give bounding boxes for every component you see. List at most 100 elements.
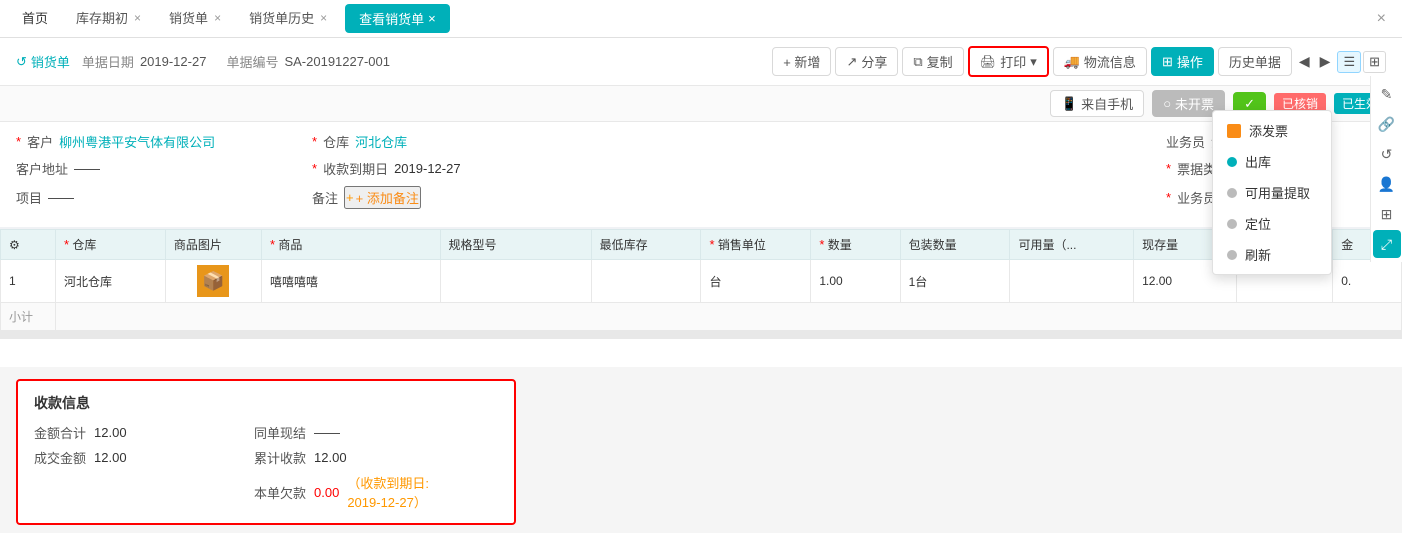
available-qty-item[interactable]: 可用量提取 [1213, 177, 1331, 208]
row-spec [440, 260, 591, 303]
available-icon [1227, 188, 1237, 198]
view-toggle: ☰ ⊞ [1337, 51, 1386, 73]
col-min-stock: 最低库存 [591, 230, 701, 260]
row-pack-qty: 1台 [900, 260, 1010, 303]
refresh-sidebar-icon[interactable]: ↺ [1373, 140, 1401, 168]
logistics-button[interactable]: 🚚 物流信息 [1053, 47, 1147, 76]
payment-box: 收款信息 金额合计 12.00 同单现结 —— 成交金额 12.00 累计收款 … [16, 379, 516, 525]
share-button[interactable]: ↗ 分享 [835, 47, 898, 76]
grid-view-button[interactable]: ⊞ [1363, 51, 1386, 73]
tab-sales-history[interactable]: 销货单历史 × [235, 0, 341, 38]
main-wrapper: ↺ 销货单 单据日期 2019-12-27 单据编号 SA-20191227-0… [0, 38, 1402, 533]
tab-bar: 首页 库存期初 × 销货单 × 销货单历史 × 查看销货单 × × [0, 0, 1402, 38]
row-quantity: 1.00 [811, 260, 900, 303]
doc-meta: 单据日期 2019-12-27 单据编号 SA-20191227-001 [82, 52, 760, 71]
table-row: 1 河北仓库 📦 嘻嘻嘻嘻 台 1.00 1台 12.00 0. [1, 260, 1402, 303]
outbound-icon [1227, 157, 1237, 167]
note-field: 备注 + + 添加备注 [312, 186, 532, 209]
history-button[interactable]: 历史单据 [1218, 47, 1292, 76]
print-button[interactable]: 🖨 打印 ▾ [968, 46, 1049, 77]
doc-icon: ↺ [16, 54, 27, 70]
col-quantity: * 数量 [811, 230, 900, 260]
col-spec: 规格型号 [440, 230, 591, 260]
doc-number: 单据编号 SA-20191227-001 [226, 52, 390, 71]
add-note-button[interactable]: + + 添加备注 [344, 186, 421, 209]
tab-home[interactable]: 首页 [8, 0, 62, 38]
product-table-container: ⚙ * 仓库 商品图片 * 商品 规格型号 最低库存 * 销售单位 * 数量 包… [0, 229, 1402, 367]
cumulative-payment: 累计收款 12.00 [254, 448, 454, 467]
row-warehouse: 河北仓库 [55, 260, 165, 303]
outbound-item[interactable]: 出库 [1213, 146, 1331, 177]
row-min-stock [591, 260, 701, 303]
from-phone-button[interactable]: 📱 来自手机 [1050, 90, 1144, 117]
payment-grid: 金额合计 12.00 同单现结 —— 成交金额 12.00 累计收款 12.00… [34, 423, 498, 511]
next-arrow[interactable]: ▶ [1317, 53, 1334, 70]
table-sidebar-icon[interactable]: ⊞ [1373, 200, 1401, 228]
expand-sidebar-icon[interactable]: ⤢ [1373, 230, 1401, 258]
add-invoice-item[interactable]: 添发票 [1213, 115, 1331, 146]
total-amount: 金额合计 12.00 [34, 423, 234, 442]
link-sidebar-icon[interactable]: 🔗 [1373, 110, 1401, 138]
subtotal-label: 小计 [1, 303, 56, 331]
col-pack-qty: 包装数量 [900, 230, 1010, 260]
same-bill: 同单现结 —— [254, 423, 454, 442]
form-area: * 客户 柳州粤港平安气体有限公司 * 仓库 河北仓库 业务员 演示账号 客户地… [0, 122, 1402, 227]
copy-icon: ⧉ [913, 54, 922, 70]
product-image: 📦 [197, 265, 229, 297]
refresh-item[interactable]: 刷新 [1213, 239, 1331, 270]
invoice-icon [1227, 124, 1241, 138]
print-icon: 🖨 [980, 54, 997, 70]
close-sales-tab[interactable]: × [214, 11, 221, 25]
col-image: 商品图片 [165, 230, 261, 260]
due-date-field: * 收款到期日 2019-12-27 [312, 159, 532, 178]
subtotal-row: 小计 [1, 303, 1402, 331]
col-settings[interactable]: ⚙ [1, 230, 56, 260]
locate-item[interactable]: 定位 [1213, 208, 1331, 239]
owed-amount: 本单欠款 0.00 （收款到期日: 2019-12-27） [254, 473, 454, 511]
row-amount: 0. [1333, 260, 1402, 303]
col-sales-unit: * 销售单位 [701, 230, 811, 260]
row-product: 嘻嘻嘻嘻 [261, 260, 440, 303]
operations-button[interactable]: ⊞ 操作 [1151, 47, 1214, 76]
toolbar-right: + 新增 ↗ 分享 ⧉ 复制 🖨 打印 ▾ 🚚 物流信息 ⊞ 操作 [772, 46, 1386, 77]
deal-amount: 成交金额 12.00 [34, 448, 234, 467]
col-available: 可用量（... [1010, 230, 1134, 260]
row-image: 📦 [165, 260, 261, 303]
toolbar2: 📱 来自手机 ○ 未开票 ✓ 已核销 已生效 [0, 86, 1402, 122]
close-inventory-tab[interactable]: × [134, 11, 141, 25]
row-available [1010, 260, 1134, 303]
tab-inventory[interactable]: 库存期初 × [62, 0, 155, 38]
form-row-1: * 客户 柳州粤港平安气体有限公司 * 仓库 河北仓库 业务员 演示账号 [16, 132, 1386, 151]
col-product: * 商品 [261, 230, 440, 260]
tab-sales[interactable]: 销货单 × [155, 0, 235, 38]
refresh-dot-icon [1227, 250, 1237, 260]
phone-icon: 📱 [1061, 96, 1077, 112]
user-sidebar-icon[interactable]: 👤 [1373, 170, 1401, 198]
warehouse-field: * 仓库 河北仓库 [312, 132, 532, 151]
close-sales-history-tab[interactable]: × [320, 11, 327, 25]
row-sales-unit: 台 [701, 260, 811, 303]
check-sales-button[interactable]: 查看销货单 × [345, 4, 450, 33]
truck-icon: 🚚 [1064, 54, 1080, 70]
doc-title: ↺ 销货单 [16, 52, 70, 71]
copy-button[interactable]: ⧉ 复制 [902, 47, 963, 76]
horizontal-scrollbar[interactable] [0, 331, 1402, 339]
form-row-3: 项目 —— 备注 + + 添加备注 * 业务员盂 —— [16, 186, 1386, 209]
edit-sidebar-icon[interactable]: ✎ [1373, 80, 1401, 108]
plus-icon: + [346, 190, 354, 205]
doc-header: ↺ 销货单 单据日期 2019-12-27 单据编号 SA-20191227-0… [0, 38, 1402, 86]
grid-icon: ⊞ [1162, 54, 1173, 70]
right-sidebar: ✎ 🔗 ↺ 👤 ⊞ ⤢ [1370, 76, 1402, 262]
customer-field: * 客户 柳州粤港平安气体有限公司 [16, 132, 236, 151]
prev-arrow[interactable]: ◀ [1296, 53, 1313, 70]
payment-title: 收款信息 [34, 393, 498, 413]
product-table: ⚙ * 仓库 商品图片 * 商品 规格型号 最低库存 * 销售单位 * 数量 包… [0, 229, 1402, 331]
ticket-icon: ○ [1163, 96, 1171, 111]
share-icon: ↗ [846, 54, 857, 70]
list-view-button[interactable]: ☰ [1337, 51, 1361, 73]
global-close-button[interactable]: × [1369, 10, 1394, 28]
new-button[interactable]: + 新增 [772, 47, 831, 76]
address-field: 客户地址 —— [16, 159, 236, 178]
doc-date: 单据日期 2019-12-27 [82, 52, 207, 71]
form-row-2: 客户地址 —— * 收款到期日 2019-12-27 * 票据类型 不开票 [16, 159, 1386, 178]
